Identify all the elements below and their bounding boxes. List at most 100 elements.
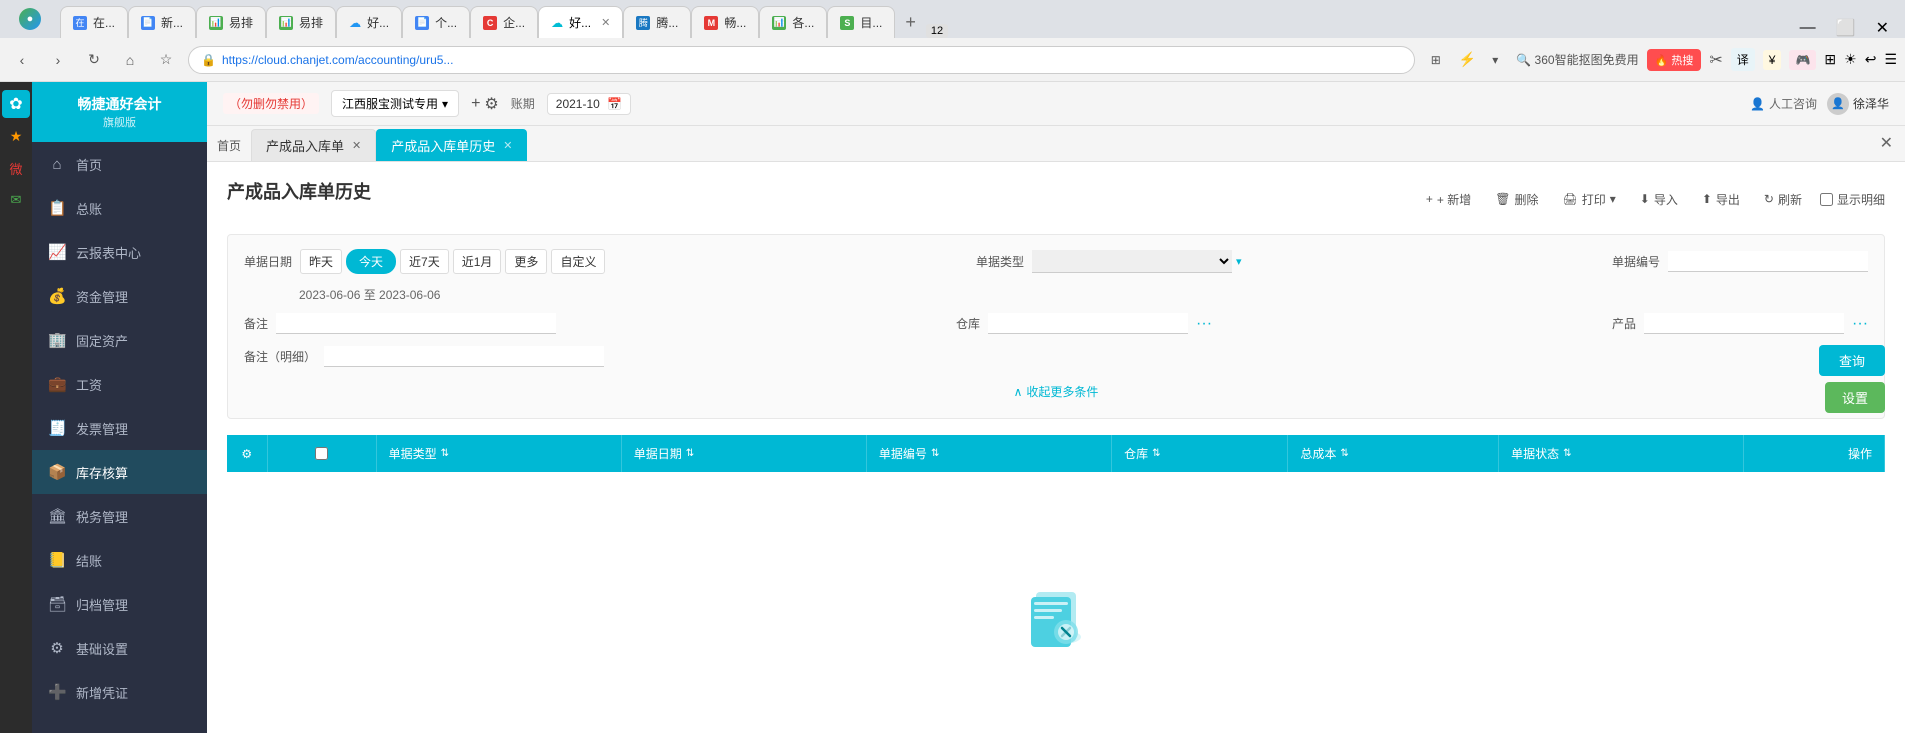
- date-1month-btn[interactable]: 近1月: [453, 249, 502, 274]
- sidebar-item-settle[interactable]: 📒 结账: [32, 538, 207, 582]
- collapse-button[interactable]: ∧ 收起更多条件: [244, 379, 1868, 404]
- new-button[interactable]: + + 新增: [1420, 187, 1477, 212]
- undo-icon[interactable]: ↩: [1865, 51, 1877, 68]
- browser-tab-2[interactable]: 📄 新...: [128, 6, 196, 38]
- translate-icon[interactable]: 译: [1731, 48, 1755, 71]
- apps-icon[interactable]: ⊞: [1824, 51, 1836, 68]
- sidebar-item-settings[interactable]: ⚙ 基础设置: [32, 626, 207, 670]
- sidebar-item-inventory[interactable]: 📦 库存核算: [32, 450, 207, 494]
- period-settings-icon[interactable]: ⚙: [484, 94, 498, 114]
- sidebar-item-label-settings: 基础设置: [76, 639, 128, 658]
- warehouse-more-icon[interactable]: ···: [1196, 315, 1212, 333]
- sidebar-item-reports[interactable]: 📈 云报表中心: [32, 230, 207, 274]
- brightness-icon[interactable]: ☀: [1844, 51, 1857, 68]
- browser-tab-9[interactable]: 腾 腾...: [623, 6, 691, 38]
- page-tab-list-close[interactable]: ✕: [352, 139, 361, 152]
- refresh-button[interactable]: ↻: [80, 46, 108, 74]
- hot-search-badge[interactable]: 🔥 热搜: [1647, 49, 1702, 71]
- sidebar-item-new-voucher[interactable]: ➕ 新增凭证: [32, 670, 207, 714]
- sidebar-item-archive[interactable]: 🗃 归档管理: [32, 582, 207, 626]
- settings-query-button[interactable]: 设置: [1825, 382, 1885, 413]
- th-number[interactable]: 单据编号 ⇅: [866, 435, 1111, 472]
- date-more-btn[interactable]: 更多: [505, 249, 547, 274]
- print-button[interactable]: 🖨 打印 ▾: [1556, 187, 1621, 212]
- export-button[interactable]: ⬆ 导出: [1696, 187, 1746, 212]
- new-tab-button[interactable]: +: [895, 6, 926, 38]
- page-tab-home[interactable]: 首页: [207, 129, 251, 161]
- browser-logo[interactable]: ●: [19, 8, 41, 30]
- sidebar-item-tax[interactable]: 🏛 税务管理: [32, 494, 207, 538]
- browser-tab-11[interactable]: 📊 各...: [759, 6, 827, 38]
- browser-tab-12[interactable]: S 目...: [827, 6, 895, 38]
- forward-button[interactable]: ›: [44, 46, 72, 74]
- currency-icon[interactable]: ¥: [1763, 50, 1782, 70]
- home-button[interactable]: ⌂: [116, 46, 144, 74]
- url-bar[interactable]: 🔒 https://cloud.chanjet.com/accounting/u…: [188, 46, 1415, 74]
- warehouse-input[interactable]: [988, 313, 1188, 334]
- date-yesterday-btn[interactable]: 昨天: [300, 249, 342, 274]
- sidebar-item-invoice[interactable]: 🧾 发票管理: [32, 406, 207, 450]
- th-status[interactable]: 单据状态 ⇅: [1499, 435, 1744, 472]
- browser-tab-3[interactable]: 📊 易排: [196, 6, 266, 38]
- search-icon[interactable]: 🔍 360智能抠图免费用: [1516, 51, 1638, 68]
- game-icon[interactable]: 🎮: [1789, 50, 1816, 70]
- query-button[interactable]: 查询: [1819, 345, 1885, 376]
- refresh-button[interactable]: ↻ 刷新: [1758, 187, 1808, 212]
- tab-close-8[interactable]: ✕: [601, 16, 610, 29]
- sidebar-item-ledger[interactable]: 📋 总账: [32, 186, 207, 230]
- detail-remark-input[interactable]: [324, 346, 604, 367]
- browser-tab-7[interactable]: C 企...: [470, 6, 538, 38]
- period-value[interactable]: 2021-10 📅: [547, 93, 631, 115]
- page-tab-history-close[interactable]: ✕: [503, 139, 512, 152]
- scissors-icon[interactable]: ✂: [1709, 50, 1722, 70]
- address-bar: ‹ › ↻ ⌂ ☆ 🔒 https://cloud.chanjet.com/ac…: [0, 38, 1905, 82]
- th-warehouse[interactable]: 仓库 ⇅: [1112, 435, 1288, 472]
- page-tab-history[interactable]: 产成品入库单历史 ✕: [376, 129, 527, 161]
- th-cost[interactable]: 总成本 ⇅: [1288, 435, 1499, 472]
- browser-tab-8[interactable]: ☁ 好... ✕: [538, 6, 623, 38]
- import-button[interactable]: ⬇ 导入: [1634, 187, 1684, 212]
- sidebar-item-funds[interactable]: 💰 资金管理: [32, 274, 207, 318]
- sidebar-item-fixed[interactable]: 🏢 固定资产: [32, 318, 207, 362]
- browser-tab-5[interactable]: ☁ 好...: [336, 6, 402, 38]
- sidebar-item-payroll[interactable]: 💼 工资: [32, 362, 207, 406]
- maximize-button[interactable]: ⬜: [1828, 18, 1864, 38]
- date-today-btn[interactable]: 今天: [346, 249, 396, 274]
- app-icon-weibo[interactable]: 微: [2, 154, 30, 182]
- page-tab-list[interactable]: 产成品入库单 ✕: [251, 129, 376, 161]
- date-7days-btn[interactable]: 近7天: [400, 249, 449, 274]
- app-icon-main[interactable]: ✿: [2, 90, 30, 118]
- th-checkbox[interactable]: [267, 435, 376, 472]
- browser-tab-1[interactable]: 在 在...: [60, 6, 128, 38]
- browser-tab-10[interactable]: M 畅...: [691, 6, 759, 38]
- th-date[interactable]: 单据日期 ⇅: [621, 435, 866, 472]
- browser-tab-4[interactable]: 📊 易排: [266, 6, 336, 38]
- date-custom-btn[interactable]: 自定义: [551, 249, 605, 274]
- product-input[interactable]: [1644, 313, 1844, 334]
- add-period-icon[interactable]: +: [471, 95, 480, 113]
- close-window-button[interactable]: ✕: [1868, 18, 1897, 38]
- select-all-checkbox[interactable]: [315, 447, 328, 460]
- app-icon-mail[interactable]: ✉: [2, 186, 30, 214]
- show-cols-checkbox[interactable]: [1820, 193, 1833, 206]
- th-gear[interactable]: ⚙: [227, 435, 267, 472]
- number-input[interactable]: [1668, 251, 1868, 272]
- content-close-button[interactable]: ✕: [1868, 125, 1905, 161]
- sidebar-item-home[interactable]: ⌂ 首页: [32, 142, 207, 186]
- delete-button[interactable]: 🗑 删除: [1489, 187, 1544, 212]
- th-type[interactable]: 单据类型 ⇅: [376, 435, 621, 472]
- browser-menu-icon[interactable]: ☰: [1884, 51, 1897, 68]
- app-icon-star[interactable]: ★: [2, 122, 30, 150]
- browser-tab-6[interactable]: 📄 个...: [402, 6, 470, 38]
- product-more-icon[interactable]: ···: [1852, 315, 1868, 333]
- company-selector[interactable]: 江西服宝测试专用 ▾: [331, 90, 459, 117]
- minimize-button[interactable]: —: [1792, 19, 1824, 37]
- remark-input[interactable]: [276, 313, 556, 334]
- type-select[interactable]: [1032, 250, 1232, 273]
- back-button[interactable]: ‹: [8, 46, 36, 74]
- service-button[interactable]: 👤 人工咨询: [1750, 95, 1817, 112]
- lightning-icon[interactable]: ⚡: [1453, 47, 1482, 72]
- star-button[interactable]: ☆: [152, 46, 180, 74]
- address-dropdown-icon[interactable]: ▾: [1486, 49, 1504, 71]
- grid-icon[interactable]: ⊞: [1423, 49, 1449, 71]
